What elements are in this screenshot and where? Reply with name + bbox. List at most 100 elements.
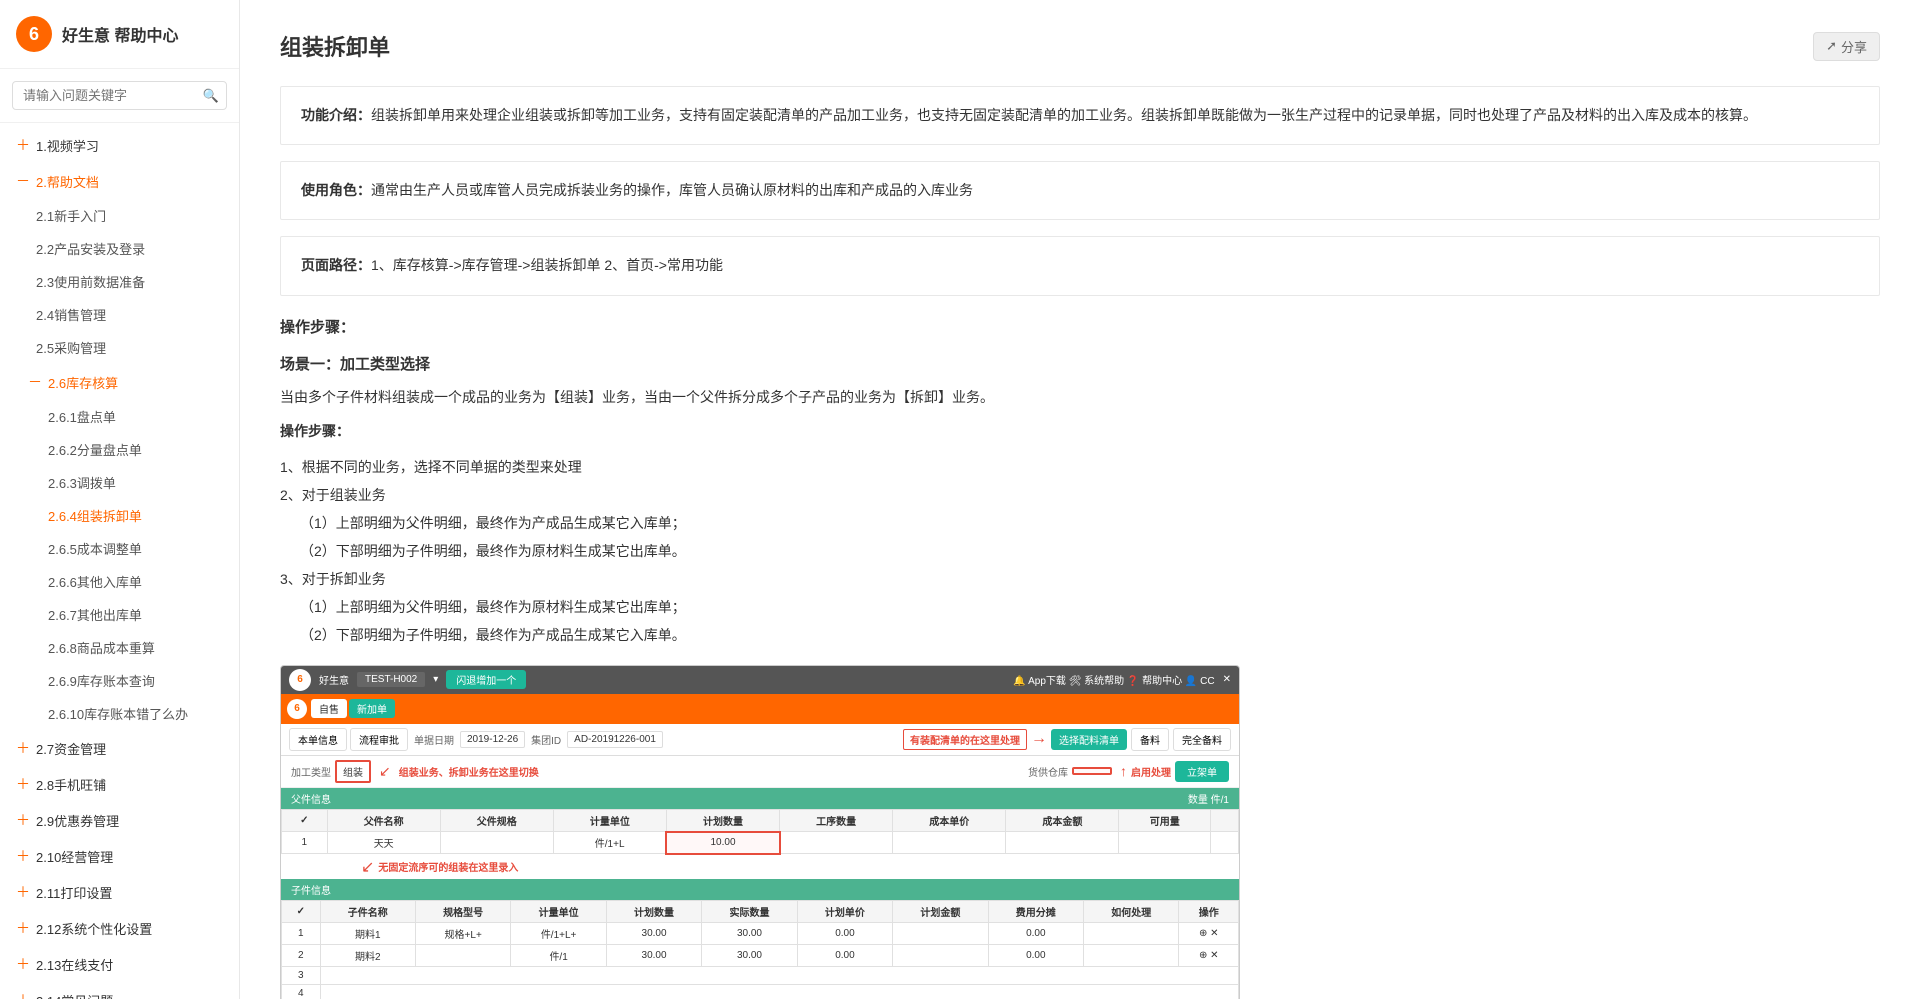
btn-new-doc[interactable]: 本单信息 [289,728,347,751]
screenshot: 6 好生意 TEST-H002 ▾ 闪退增加一个 🔔 App下载 🛠 系统帮助 … [280,665,1240,999]
sidebar-item-operation[interactable]: ＋ 2.10经营管理 [0,838,239,874]
btn-prepare[interactable]: 备料 [1131,728,1169,751]
scenario1-title: 场景一：加工类型选择 [280,353,1880,374]
step2b: （2）下部明细为子件明细，最终作为原材料生成某它出库单。 [280,537,1880,565]
sidebar-item-other-in[interactable]: 2.6.6其他入库单 [0,565,239,598]
upper-table: ✓ 父件名称 父件规格 计量单位 计划数量 工序数量 成本单价 成本金额 可用量 [281,809,1239,855]
sidebar-item-stock-query[interactable]: 2.6.9库存账本查询 [0,664,239,697]
scenario1-desc: 当由多个子件材料组装成一个成品的业务为【组装】业务，当由一个父件拆分成多个子产品… [280,384,1880,411]
share-label: 分享 [1841,37,1867,56]
share-icon: ➚ [1826,38,1837,54]
app-company: 好生意 [319,672,349,687]
sidebar-item-video[interactable]: ＋ 1.视频学习 [0,127,239,163]
sidebar-item-adjust[interactable]: 2.6.3调拨单 [0,466,239,499]
btn-approve[interactable]: 流程审批 [350,728,408,751]
logo-small: 6 [287,699,307,719]
logo-area: 6 好生意 帮助中心 [0,0,239,69]
col-check: ✓ [282,809,328,832]
sidebar-item-system[interactable]: ＋ 2.12系统个性化设置 [0,910,239,946]
plus-icon: ＋ [16,918,30,938]
type-label: 加工类型 [291,764,331,779]
sidebar-item-account-fix[interactable]: 2.6.10库存账本错了么办 [0,697,239,730]
doc-date-label: 单据日期 [414,732,454,747]
tab-zishou[interactable]: 自售 [311,699,347,718]
btn-select-bom[interactable]: 选择配料清单 [1051,729,1127,750]
sidebar-item-label: 2.8手机旺铺 [36,775,106,794]
doc-id-value: AD-20191226-001 [567,731,663,748]
sidebar-item-assemble[interactable]: 2.6.4组装拆卸单 [0,499,239,532]
col-cost-price: 成本单价 [893,809,1006,832]
step3b: （2）下部明细为子件明细，最终作为产成品生成某它入库单。 [280,621,1880,649]
annotation-enable: 启用处理 [1131,764,1171,779]
col-plan-qty: 计划数量 [666,809,779,832]
page-path-label: 页面路径： [301,257,371,273]
sidebar-item-coupon[interactable]: ＋ 2.9优惠券管理 [0,802,239,838]
sidebar-item-label: 2.帮助文档 [36,172,99,191]
btn-confirm[interactable]: 立架单 [1175,761,1229,782]
table-row: 1 期料1 规格+L+ 件/1+L+ 30.00 30.00 0.00 0.00… [282,922,1239,944]
col-ops [1211,809,1239,832]
search-input[interactable] [12,81,227,110]
sidebar-item-label: 2.14常见问题 [36,991,113,999]
sidebar-item-print[interactable]: ＋ 2.11打印设置 [0,874,239,910]
app-icons: 🔔 App下载 🛠 系统帮助 ❓ 帮助中心 👤 CC [1013,672,1214,687]
sidebar-item-docs[interactable]: － 2.帮助文档 [0,163,239,199]
sidebar-item-label: 1.视频学习 [36,136,99,155]
sidebar-item-purchase[interactable]: 2.5采购管理 [0,331,239,364]
sidebar-item-newcomer[interactable]: 2.1新手入门 [0,199,239,232]
sidebar-item-label: 2.6库存核算 [48,373,118,392]
app-logo: 6 [289,669,311,691]
sidebar-item-data[interactable]: 2.3使用前数据准备 [0,265,239,298]
plus-icon: ＋ [16,774,30,794]
nav-section: ＋ 1.视频学习 － 2.帮助文档 2.1新手入门 2.2产品安装及登录 2.3… [0,123,239,999]
plus-icon: ＋ [16,135,30,155]
table-row: 4 [282,984,1239,999]
lower-table: ✓ 子件名称 规格型号 计量单位 计划数量 实际数量 计划单价 计划金额 费用分… [281,900,1239,999]
annotation-no-bom: 无固定流序可的组装在这里录入 [378,859,518,874]
sidebar-item-goods-cost[interactable]: 2.6.8商品成本重算 [0,631,239,664]
sidebar-item-inventory[interactable]: － 2.6库存核算 [0,364,239,400]
section-bar-right: 数量 件/1 [1188,791,1229,806]
doc-date-value: 2019-12-26 [460,731,525,748]
plus-icon: ＋ [16,846,30,866]
share-button[interactable]: ➚ 分享 [1813,32,1880,61]
arrow-down-table: ↙ [361,857,374,877]
page-title: 组装拆卸单 [280,30,390,62]
app-arrow: ▾ [433,674,438,685]
sidebar-item-other-out[interactable]: 2.6.7其他出库单 [0,598,239,631]
app-action-btn[interactable]: 闪退增加一个 [446,670,526,689]
btn-full-prepare[interactable]: 完全备料 [1173,728,1231,751]
step3: 3、对于拆卸业务 [280,565,1880,593]
sidebar-item-finance[interactable]: ＋ 2.7资金管理 [0,730,239,766]
sidebar-item-stocktake[interactable]: 2.6.1盘点单 [0,400,239,433]
sidebar-item-partial[interactable]: 2.6.2分量盘点单 [0,433,239,466]
warehouse-value[interactable] [1072,767,1112,775]
close-icon[interactable]: ✕ [1223,674,1231,685]
type-value[interactable]: 组装 [335,760,371,783]
plus-icon: ＋ [16,954,30,974]
sidebar-item-label: 2.13在线支付 [36,955,113,974]
tab-xinjiadan[interactable]: 新加单 [349,699,395,718]
sidebar-item-install[interactable]: 2.2产品安装及登录 [0,232,239,265]
sidebar-item-label: 2.11打印设置 [36,883,112,902]
sidebar-item-payment[interactable]: ＋ 2.13在线支付 [0,946,239,982]
user-role-text: 通常由生产人员或库管人员完成拆装业务的操作，库管人员确认原材料的出库和产成品的入… [371,182,973,198]
doc-id-label: 集团ID [531,732,561,747]
table-row: 3 [282,966,1239,984]
minus-icon: － [16,171,30,191]
col-process-qty: 工序数量 [780,809,893,832]
sidebar-item-cost[interactable]: 2.6.5成本调整单 [0,532,239,565]
steps-title: 操作步骤： [280,316,1880,337]
steps-list: 1、根据不同的业务，选择不同单据的类型来处理 2、对于组装业务 （1）上部明细为… [280,453,1880,649]
step3a: （1）上部明细为父件明细，最终作为原材料生成某它出库单； [280,593,1880,621]
search-box: 🔍 [0,69,239,123]
sidebar-item-mobile[interactable]: ＋ 2.8手机旺铺 [0,766,239,802]
main-content: 组装拆卸单 ➚ 分享 功能介绍：组装拆卸单用来处理企业组装或拆卸等加工业务，支持… [240,0,1920,999]
col-unit: 计量单位 [553,809,666,832]
feature-intro-label: 功能介绍： [301,107,371,123]
plan-qty-cell[interactable]: 10.00 [666,832,779,854]
plus-icon: ＋ [16,738,30,758]
sidebar-item-sales[interactable]: 2.4销售管理 [0,298,239,331]
sidebar-item-faq[interactable]: ＋ 2.14常见问题 [0,982,239,999]
search-icon: 🔍 [203,88,219,104]
